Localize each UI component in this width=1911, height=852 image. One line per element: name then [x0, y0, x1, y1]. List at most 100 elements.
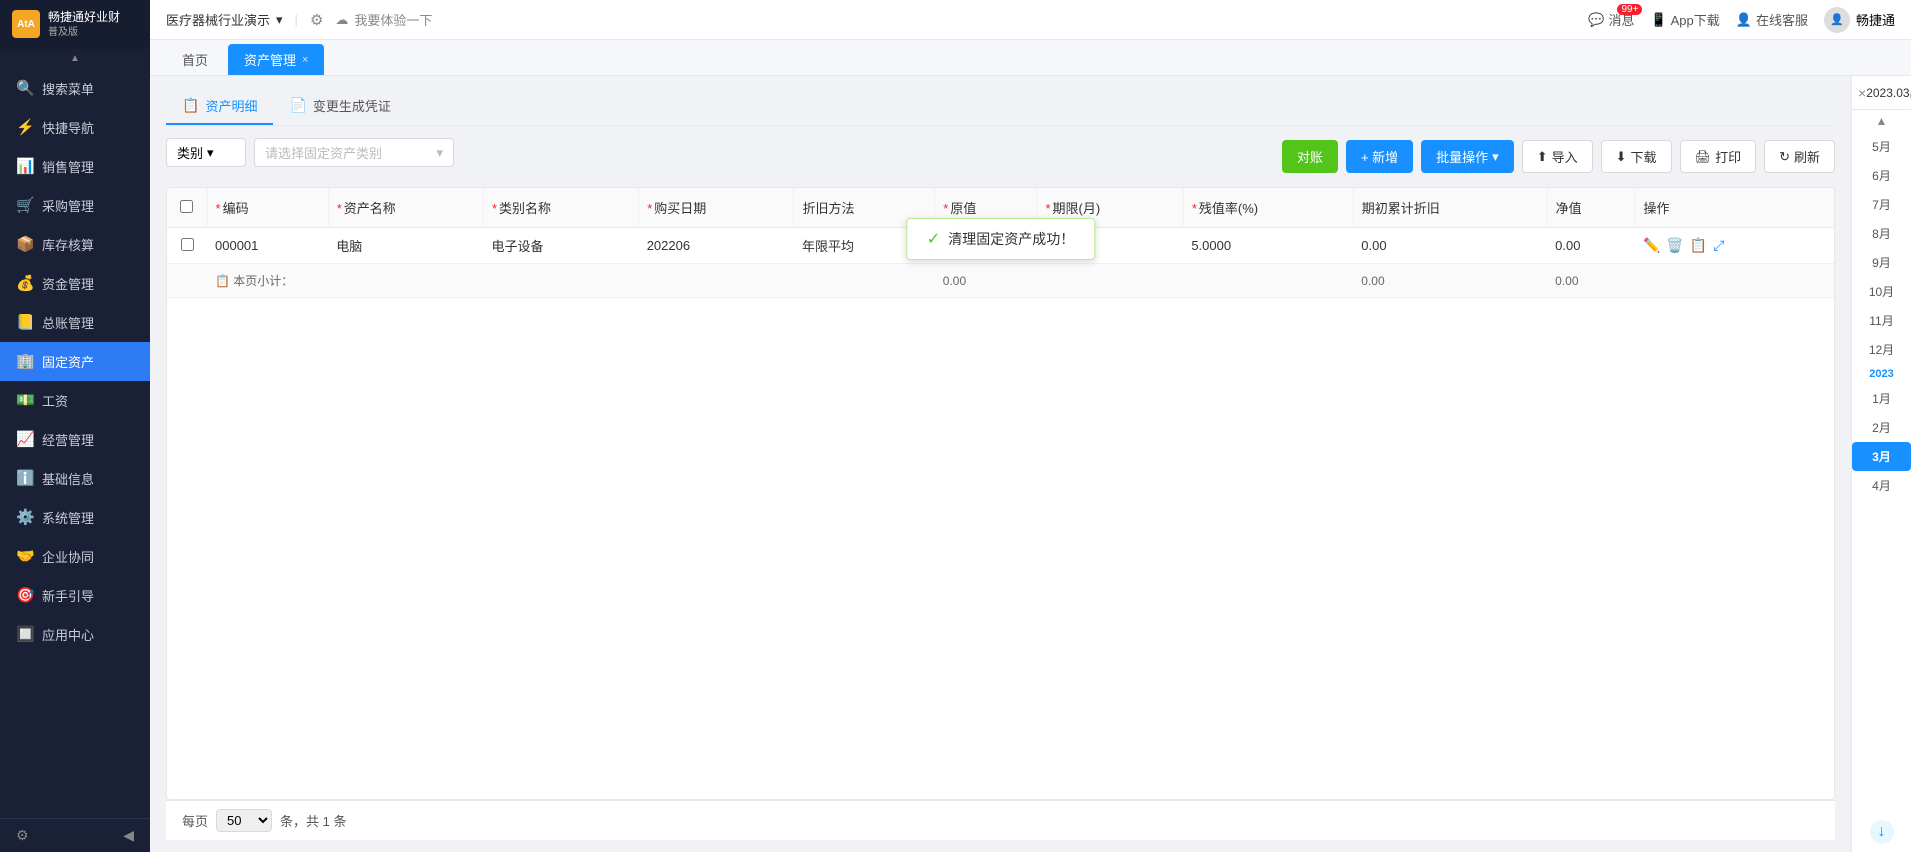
- panel-close-icon[interactable]: ×: [1858, 85, 1866, 101]
- sidebar-item-fund[interactable]: 💰 资金管理: [0, 264, 150, 303]
- subtotal-row: 📋 本页小计： 0.00 0.00 0.00: [167, 264, 1834, 298]
- refresh-icon: ↻: [1779, 149, 1790, 165]
- logo-icon: AtA: [12, 10, 40, 38]
- category-dropdown-icon: ▾: [207, 145, 214, 161]
- toast-container: ✓ 清理固定资产成功！: [906, 218, 1095, 260]
- month-2023-1[interactable]: 1月: [1852, 384, 1911, 413]
- calendar-scroll-up[interactable]: ▲: [1872, 110, 1892, 132]
- sidebar-logo: AtA 畅捷通好业财 普及版: [0, 0, 150, 49]
- batch-dropdown-icon: ▾: [1492, 149, 1499, 165]
- topbar-right: 💬 消息 99+ 📱 App下载 👤 在线客服 👤 畅捷通: [1588, 7, 1895, 33]
- month-7[interactable]: 7月: [1852, 190, 1911, 219]
- sidebar-item-sales[interactable]: 📊 销售管理: [0, 147, 150, 186]
- app-download-btn[interactable]: 📱 App下载: [1650, 10, 1719, 29]
- sub-tab-detail[interactable]: 📋 资产明细: [166, 88, 273, 125]
- sidebar-item-inventory[interactable]: 📦 库存核算: [0, 225, 150, 264]
- company-dropdown-icon: ▾: [276, 12, 283, 28]
- user-menu[interactable]: 👤 畅捷通: [1824, 7, 1895, 33]
- delete-icon[interactable]: 🗑️: [1666, 237, 1683, 254]
- month-2023-3[interactable]: 3月: [1852, 442, 1911, 471]
- sidebar-item-ledger[interactable]: 📒 总账管理: [0, 303, 150, 342]
- sidebar-scroll-up[interactable]: ▲: [0, 49, 150, 69]
- subtotal-label: 📋 本页小计：: [207, 264, 935, 298]
- subtotal-icon: 📋: [215, 274, 230, 288]
- payroll-icon: 💵: [16, 391, 34, 409]
- batch-button[interactable]: 批量操作 ▾: [1421, 140, 1514, 173]
- sub-tab-voucher[interactable]: 📄 变更生成凭证: [273, 88, 406, 125]
- category-dropdown-arrow: ▾: [436, 145, 443, 161]
- inventory-icon: 📦: [16, 235, 34, 253]
- experience-btn[interactable]: ☁ 我要体验一下: [335, 10, 432, 29]
- refresh-button[interactable]: ↻ 刷新: [1764, 140, 1835, 173]
- month-11[interactable]: 11月: [1852, 306, 1911, 335]
- app-download-label: App下载: [1671, 10, 1720, 29]
- sidebar-item-apps[interactable]: 🔲 应用中心: [0, 615, 150, 654]
- sidebar-item-search[interactable]: 🔍 搜索菜单: [0, 69, 150, 108]
- category-filter-select[interactable]: 类别 ▾: [166, 138, 246, 167]
- voucher-tab-label: 变更生成凭证: [313, 96, 391, 115]
- tabs-bar: 首页 资产管理 ×: [150, 40, 1911, 76]
- download-button[interactable]: ⬇ 下载: [1601, 140, 1672, 173]
- per-page-select[interactable]: 50 100: [216, 809, 272, 832]
- sub-tabs: 📋 资产明细 📄 变更生成凭证: [166, 88, 1835, 126]
- sidebar-item-cooperation[interactable]: 🤝 企业协同: [0, 537, 150, 576]
- month-10[interactable]: 10月: [1852, 277, 1911, 306]
- cell-category: 电子设备: [483, 228, 638, 264]
- ledger-button[interactable]: 对账: [1282, 140, 1338, 173]
- online-service-btn[interactable]: 👤 在线客服: [1736, 10, 1808, 29]
- apps-icon: 🔲: [16, 625, 34, 643]
- header-purchase-date: *购买日期: [639, 188, 794, 228]
- settings-icon[interactable]: ⚙: [16, 827, 29, 844]
- sidebar-bottom: ⚙ ◀: [0, 818, 150, 852]
- tab-close-icon[interactable]: ×: [302, 54, 308, 66]
- edit-icon[interactable]: ✏️: [1643, 237, 1660, 254]
- header-initial-accumulated: 期初累计折旧: [1353, 188, 1547, 228]
- sidebar-item-operations[interactable]: 📈 经营管理: [0, 420, 150, 459]
- month-8[interactable]: 8月: [1852, 219, 1911, 248]
- print-button[interactable]: 🖨 打印: [1680, 140, 1757, 173]
- message-btn[interactable]: 💬 消息 99+: [1588, 10, 1634, 29]
- table-container: ✓ 清理固定资产成功！ *编码 *资产名称 *类别名称 *购买: [166, 187, 1835, 800]
- header-residual-rate: *残值率(%): [1183, 188, 1353, 228]
- category-label: 类别: [177, 143, 203, 162]
- header-net-value: 净值: [1547, 188, 1635, 228]
- import-button[interactable]: ⬆ 导入: [1522, 140, 1593, 173]
- sidebar-item-fixed[interactable]: 🏢 固定资产: [0, 342, 150, 381]
- calendar-down-arrow[interactable]: ↓: [1870, 820, 1894, 844]
- copy-icon[interactable]: 📋: [1690, 237, 1707, 254]
- sidebar-item-quicknav[interactable]: ⚡ 快捷导航: [0, 108, 150, 147]
- row-checkbox[interactable]: [181, 238, 194, 251]
- header-operation: 操作: [1635, 188, 1834, 228]
- toast-message: 清理固定资产成功！: [948, 229, 1074, 249]
- sidebar-item-guide[interactable]: 🎯 新手引导: [0, 576, 150, 615]
- category-dropdown[interactable]: 请选择固定资产类别 ▾: [254, 138, 454, 167]
- select-all-checkbox[interactable]: [180, 200, 193, 213]
- download-btn-label: 下载: [1631, 147, 1657, 166]
- month-2023-2[interactable]: 2月: [1852, 413, 1911, 442]
- tab-asset[interactable]: 资产管理 ×: [228, 44, 324, 75]
- service-icon: 👤: [1736, 12, 1752, 28]
- new-button[interactable]: + 新增: [1346, 140, 1413, 173]
- month-6[interactable]: 6月: [1852, 161, 1911, 190]
- month-9[interactable]: 9月: [1852, 248, 1911, 277]
- import-icon: ⬆: [1537, 149, 1548, 165]
- sidebar-item-basic[interactable]: ℹ️ 基础信息: [0, 459, 150, 498]
- purchase-icon: 🛒: [16, 196, 34, 214]
- sidebar-item-label: 企业协同: [42, 547, 94, 566]
- sidebar-item-label: 库存核算: [42, 235, 94, 254]
- sidebar-item-system[interactable]: ⚙️ 系统管理: [0, 498, 150, 537]
- month-2023-4[interactable]: 4月: [1852, 471, 1911, 500]
- detail-tab-label: 资产明细: [205, 96, 257, 115]
- sidebar-item-purchase[interactable]: 🛒 采购管理: [0, 186, 150, 225]
- category-placeholder: 请选择固定资产类别: [265, 143, 382, 162]
- subtotal-net: 0.00: [1547, 264, 1635, 298]
- topbar-gear-icon[interactable]: ⚙: [310, 11, 323, 29]
- company-selector[interactable]: 医疗器械行业演示 ▾: [166, 10, 283, 29]
- sidebar-item-payroll[interactable]: 💵 工资: [0, 381, 150, 420]
- collapse-icon[interactable]: ◀: [123, 827, 134, 844]
- more-icon[interactable]: ⤢: [1713, 237, 1724, 254]
- tab-home[interactable]: 首页: [166, 44, 224, 75]
- cell-net-value: 0.00: [1547, 228, 1635, 264]
- month-12[interactable]: 12月: [1852, 335, 1911, 364]
- month-5[interactable]: 5月: [1852, 132, 1911, 161]
